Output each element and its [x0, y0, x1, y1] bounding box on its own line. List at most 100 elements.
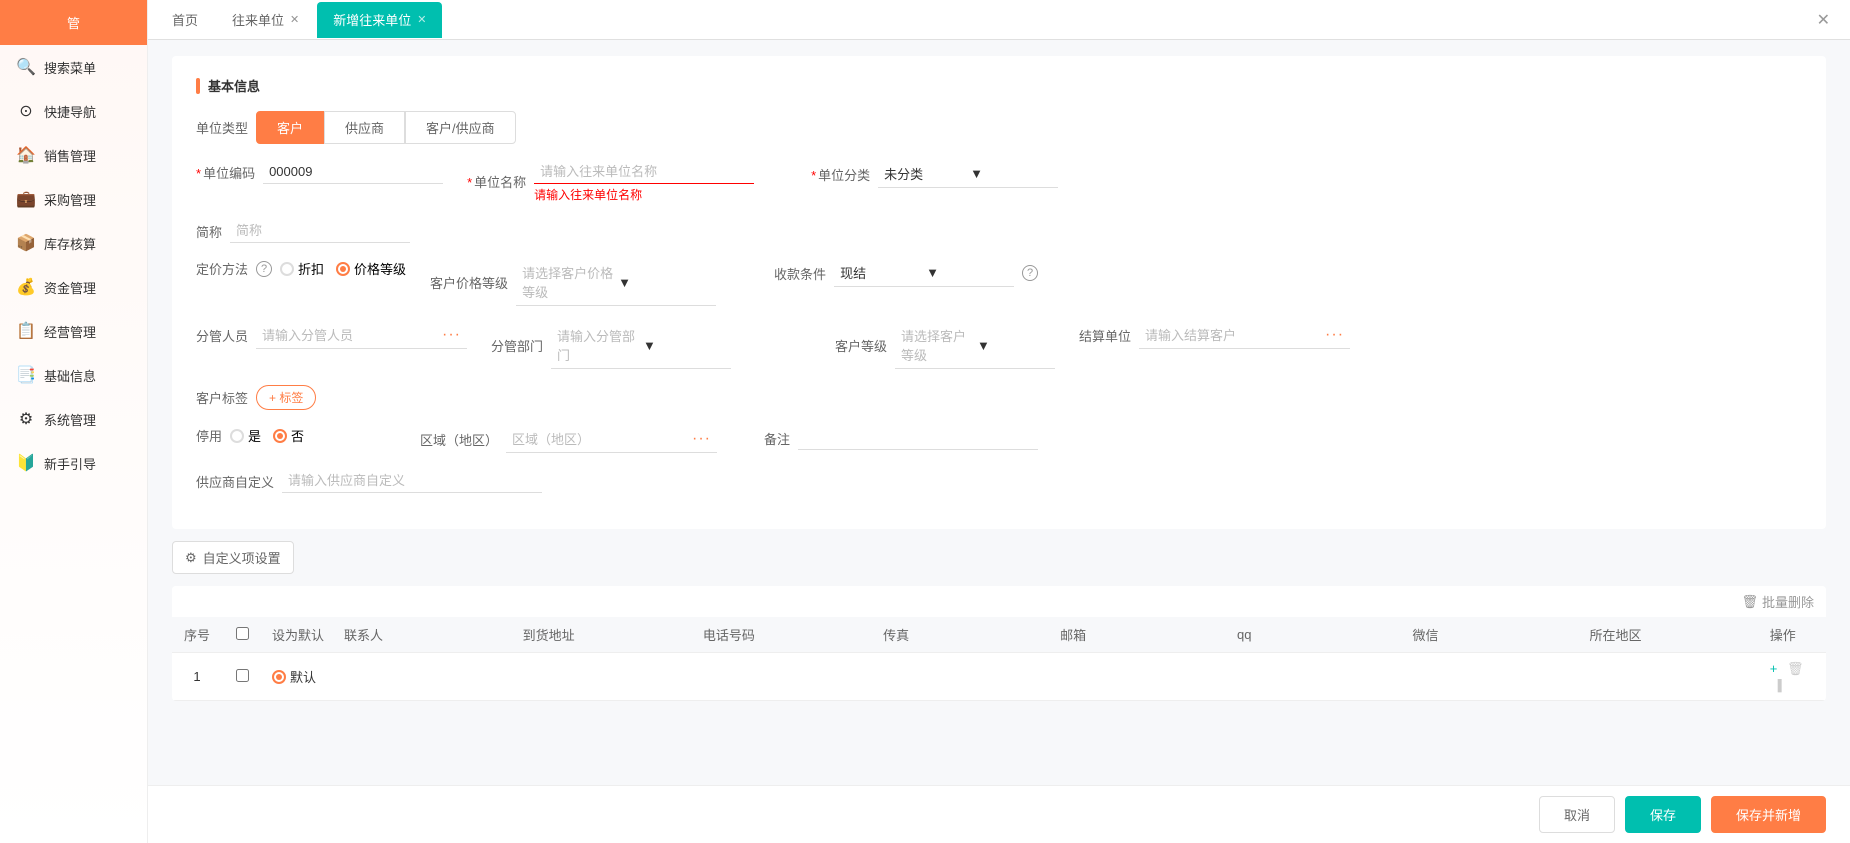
- tab-trading-unit-close[interactable]: ✕: [290, 13, 299, 26]
- settlement-unit-input[interactable]: [1145, 328, 1321, 343]
- disable-yes-radio[interactable]: 是: [230, 426, 261, 445]
- tab-new-trading-unit-close[interactable]: ✕: [417, 13, 426, 26]
- save-new-button[interactable]: 保存并新增: [1711, 796, 1826, 833]
- add-row-icon[interactable]: +: [1770, 661, 1778, 676]
- tab-home[interactable]: 首页: [156, 2, 214, 38]
- col-wechat: 微信: [1403, 617, 1580, 653]
- customer-price-level-select[interactable]: 请选择客户价格等级 ▼: [516, 259, 716, 306]
- tab-trading-unit[interactable]: 往来单位 ✕: [216, 2, 315, 38]
- del-row-icon[interactable]: 🗑: [1787, 661, 1804, 676]
- sidebar-item-finance[interactable]: 💰 资金管理: [0, 265, 147, 309]
- wechat-input[interactable]: [1413, 669, 1570, 684]
- sidebar-item-quick-nav[interactable]: ⊙ 快捷导航: [0, 89, 147, 133]
- basic-info-card: 基本信息 单位类型 客户 供应商 客户/供应商 单位编码: [172, 56, 1826, 529]
- batch-delete-button[interactable]: 🗑 批量删除: [1741, 592, 1814, 611]
- payment-terms-field: 收款条件 现结 ▼ ?: [774, 259, 1038, 287]
- sidebar-item-system[interactable]: ⚙ 系统管理: [0, 397, 147, 441]
- pricing-help-icon[interactable]: ?: [256, 261, 272, 277]
- tab-trading-unit-label: 往来单位: [232, 10, 284, 29]
- row-qq[interactable]: [1227, 653, 1402, 701]
- sidebar-item-label: 采购管理: [44, 190, 96, 209]
- sidebar: 管 🔍 搜索菜单 ⊙ 快捷导航 🏠 销售管理 💼 采购管理 📦 库存核算 💰 资…: [0, 0, 148, 843]
- price-level-label: 价格等级: [354, 259, 406, 278]
- unit-type-field: 单位类型 客户 供应商 客户/供应商: [196, 111, 516, 144]
- customer-level-placeholder: 请选择客户等级: [901, 326, 973, 364]
- yes-radio-circle: [230, 429, 244, 443]
- window-close-button[interactable]: ✕: [1805, 10, 1842, 30]
- region-dots-btn[interactable]: ···: [692, 430, 711, 448]
- price-level-radio-circle: [336, 262, 350, 276]
- supplier-custom-input[interactable]: [282, 469, 542, 493]
- sidebar-item-label: 经营管理: [44, 322, 96, 341]
- row-region[interactable]: [1579, 653, 1759, 701]
- sidebar-item-sales[interactable]: 🏠 销售管理: [0, 133, 147, 177]
- settlement-dots-btn[interactable]: ···: [1325, 326, 1344, 344]
- settlement-unit-label: 结算单位: [1079, 326, 1131, 345]
- short-name-input[interactable]: [230, 219, 410, 243]
- payment-terms-help-icon[interactable]: ?: [1022, 265, 1038, 281]
- sidebar-item-operations[interactable]: 📋 经营管理: [0, 309, 147, 353]
- fax-input[interactable]: [883, 669, 1040, 684]
- col-delivery-addr: 到货地址: [513, 617, 693, 653]
- payment-terms-select[interactable]: 现结 ▼: [834, 259, 1014, 287]
- cancel-button[interactable]: 取消: [1539, 796, 1615, 833]
- pricing-method-label: 定价方法: [196, 259, 248, 278]
- phone-input[interactable]: [703, 669, 863, 684]
- row-phone[interactable]: [693, 653, 873, 701]
- row-contact[interactable]: [334, 653, 513, 701]
- pricing-radio-price-level[interactable]: 价格等级: [336, 259, 406, 278]
- disable-no-radio[interactable]: 否: [273, 426, 304, 445]
- manager-dots-btn[interactable]: ···: [442, 326, 461, 344]
- row-disable-region: 停用 是 否 区域（地区）: [196, 426, 1802, 453]
- pricing-radio-discount[interactable]: 折扣: [280, 259, 324, 278]
- col-qq: qq: [1227, 617, 1402, 653]
- unit-code-input[interactable]: [263, 160, 443, 184]
- email-input[interactable]: [1060, 669, 1217, 684]
- footer: 取消 保存 保存并新增: [148, 785, 1850, 843]
- qq-input[interactable]: [1237, 669, 1392, 684]
- region-row-input[interactable]: [1589, 669, 1749, 684]
- section-title: 基本信息: [196, 76, 1802, 95]
- unit-category-label: 单位分类: [811, 165, 870, 184]
- sidebar-item-purchase[interactable]: 💼 采购管理: [0, 177, 147, 221]
- sidebar-item-label: 系统管理: [44, 410, 96, 429]
- unit-type-supplier-btn[interactable]: 供应商: [324, 111, 405, 144]
- row-wechat[interactable]: [1403, 653, 1580, 701]
- scroll-icon: ▐: [1774, 680, 1782, 692]
- row-email[interactable]: [1050, 653, 1227, 701]
- row-default-radio[interactable]: 默认: [272, 667, 324, 686]
- select-all-checkbox[interactable]: [236, 627, 249, 640]
- operations-icon: 📋: [16, 321, 36, 341]
- sidebar-item-guide[interactable]: 🔰 新手引导: [0, 441, 147, 485]
- add-tag-button[interactable]: + 标签: [256, 385, 316, 410]
- row-delivery-addr[interactable]: [513, 653, 693, 701]
- region-input[interactable]: [512, 432, 688, 447]
- unit-type-customer-btn[interactable]: 客户: [256, 111, 324, 144]
- unit-name-input[interactable]: [534, 160, 754, 184]
- manager-input[interactable]: [262, 328, 438, 343]
- row-fax[interactable]: [873, 653, 1050, 701]
- disable-field: 停用 是 否: [196, 426, 396, 445]
- unit-type-label: 单位类型: [196, 118, 248, 137]
- row-unit-code-name-category: 单位编码 单位名称 请输入往来单位名称 单位分类 未分类 ▼: [196, 160, 1802, 203]
- unit-type-both-btn[interactable]: 客户/供应商: [405, 111, 516, 144]
- unit-category-select[interactable]: 未分类 ▼: [878, 160, 1058, 188]
- col-contact: 联系人: [334, 617, 513, 653]
- table-header: 序号 设为默认 联系人 到货地址 电话号码 传真 邮箱 qq 微信 所在地区: [172, 617, 1826, 653]
- custom-settings-button[interactable]: ⚙ 自定义项设置: [172, 541, 294, 574]
- discount-radio-circle: [280, 262, 294, 276]
- department-select[interactable]: 请输入分管部门 ▼: [551, 322, 731, 369]
- delivery-addr-input[interactable]: [523, 669, 683, 684]
- sidebar-item-basic-info[interactable]: 📑 基础信息: [0, 353, 147, 397]
- sidebar-item-inventory[interactable]: 📦 库存核算: [0, 221, 147, 265]
- row-checkbox[interactable]: [236, 669, 249, 682]
- tab-new-trading-unit[interactable]: 新增往来单位 ✕: [317, 2, 442, 38]
- sidebar-item-search-menu[interactable]: 🔍 搜索菜单: [0, 45, 147, 89]
- save-button[interactable]: 保存: [1625, 796, 1701, 833]
- col-email: 邮箱: [1050, 617, 1227, 653]
- customer-level-select[interactable]: 请选择客户等级 ▼: [895, 322, 1055, 369]
- remark-input[interactable]: [798, 426, 1038, 450]
- guide-icon: 🔰: [16, 453, 36, 473]
- remark-label: 备注: [764, 429, 790, 448]
- contact-input[interactable]: [344, 669, 503, 684]
